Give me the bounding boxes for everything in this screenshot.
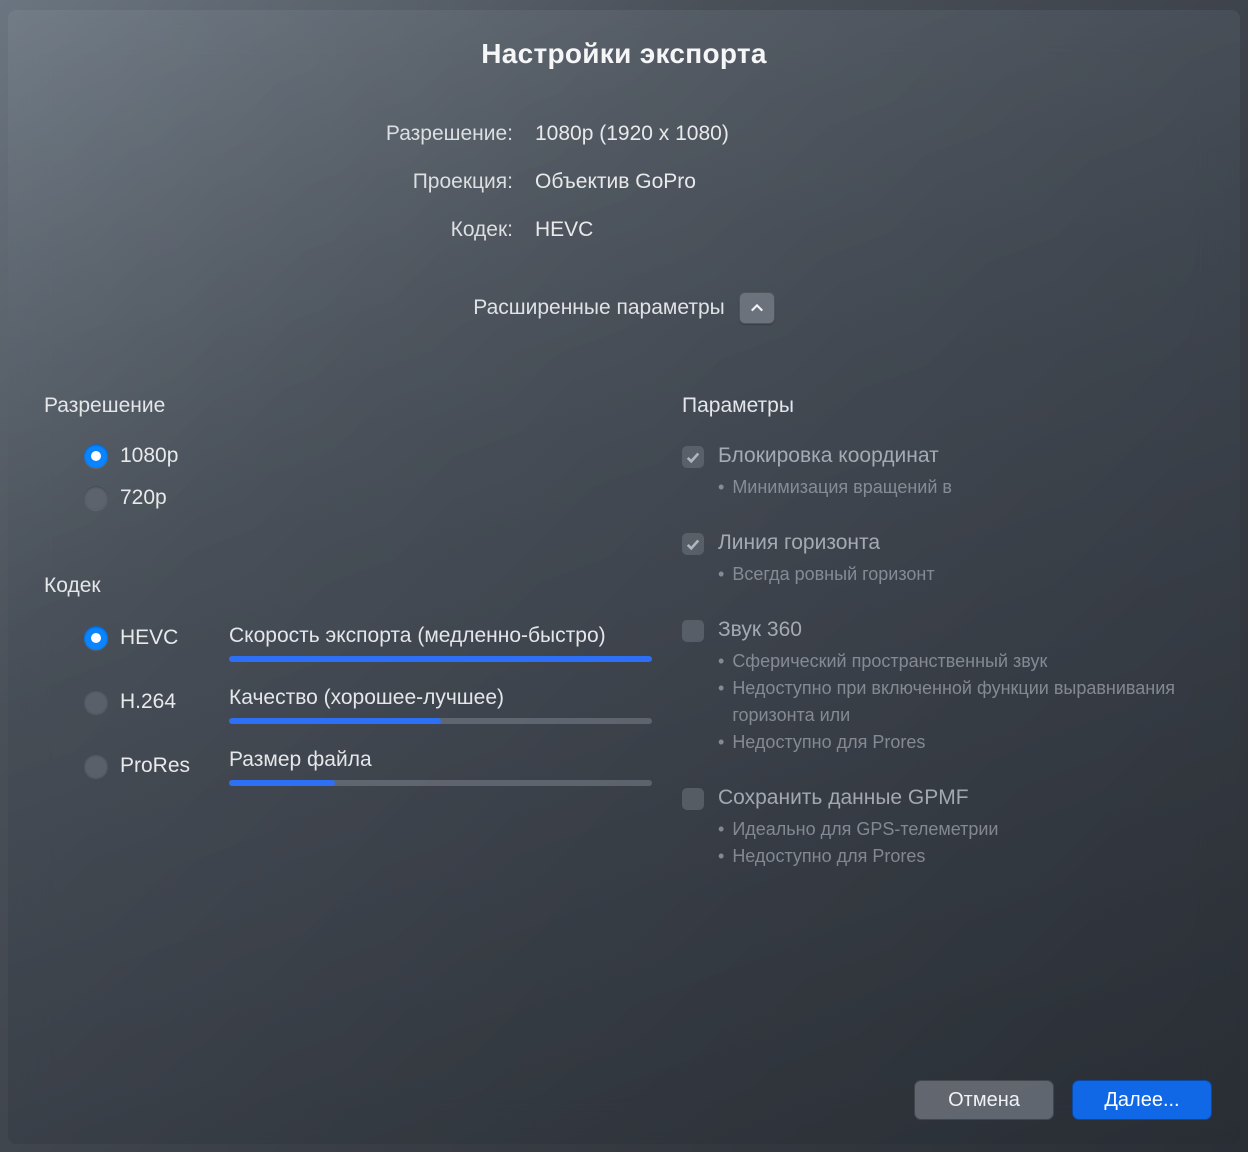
codec-metrics: Скорость экспорта (медленно-быстро) Каче… [229,624,652,786]
metric-speed: Скорость экспорта (медленно-быстро) [229,624,652,662]
param-horizon[interactable]: Линия горизонта Всегда ровный горизонт [682,531,1204,588]
summary-codec-value: HEVC [535,218,593,242]
progress-track [229,718,652,724]
progress-fill [229,718,441,724]
param-bullet: Недоступно при включенной функции выравн… [718,675,1204,729]
param-bullet: Сферический пространственный звук [718,648,1204,675]
radio-label: 1080p [120,444,178,468]
codec-option-h264[interactable]: H.264 [84,690,229,714]
summary-projection-value: Объектив GoPro [535,170,696,194]
param-gpmf[interactable]: Сохранить данные GPMF Идеально для GPS-т… [682,786,1204,870]
param-content: Сохранить данные GPMF Идеально для GPS-т… [718,786,1204,870]
right-column: Параметры Блокировка координат Минимизац… [672,394,1204,1080]
param-title: Сохранить данные GPMF [718,786,1204,810]
radio-icon [84,486,108,510]
radio-label: 720p [120,486,167,510]
summary-resolution-value: 1080p (1920 x 1080) [535,122,729,146]
resolution-section-title: Разрешение [44,394,652,418]
codec-radio-group: HEVC H.264 ProRes [44,624,229,778]
param-desc: Всегда ровный горизонт [718,561,1204,588]
param-content: Блокировка координат Минимизация вращени… [718,444,1204,501]
params-list: Блокировка координат Минимизация вращени… [682,444,1204,870]
codec-section-title: Кодек [44,574,652,598]
progress-track [229,656,652,662]
left-column: Разрешение 1080p 720p Кодек HE [44,394,652,1080]
resolution-option-1080p[interactable]: 1080p [84,444,652,468]
param-world-lock[interactable]: Блокировка координат Минимизация вращени… [682,444,1204,501]
summary-resolution-label: Разрешение: [8,122,513,146]
codec-option-prores[interactable]: ProRes [84,754,229,778]
progress-track [229,780,652,786]
checkbox-icon [682,788,704,810]
summary-resolution-row: Разрешение: 1080p (1920 x 1080) [8,122,1240,146]
metric-quality: Качество (хорошее-лучшее) [229,686,652,724]
metric-filesize: Размер файла [229,748,652,786]
radio-icon [84,444,108,468]
summary-projection-row: Проекция: Объектив GoPro [8,170,1240,194]
param-bullet: Всегда ровный горизонт [718,561,1204,588]
cancel-button[interactable]: Отмена [914,1080,1054,1120]
content-area: Разрешение 1080p 720p Кодек HE [8,344,1240,1080]
codec-row: HEVC H.264 ProRes Скорость э [44,624,652,786]
radio-icon [84,690,108,714]
checkbox-icon [682,533,704,555]
param-desc: Минимизация вращений в [718,474,1204,501]
resolution-radio-group: 1080p 720p [44,444,652,510]
param-content: Звук 360 Сферический пространственный зв… [718,618,1204,756]
param-bullet: Минимизация вращений в [718,474,1204,501]
summary-block: Разрешение: 1080p (1920 x 1080) Проекция… [8,122,1240,242]
dialog-title: Настройки экспорта [8,10,1240,70]
checkbox-icon [682,620,704,642]
param-bullet: Идеально для GPS-телеметрии [718,816,1204,843]
params-section-title: Параметры [682,394,1204,418]
progress-fill [229,780,335,786]
param-desc: Идеально для GPS-телеметрии Недоступно д… [718,816,1204,870]
resolution-option-720p[interactable]: 720p [84,486,652,510]
next-button[interactable]: Далее... [1072,1080,1212,1120]
summary-codec-label: Кодек: [8,218,513,242]
advanced-toggle-row: Расширенные параметры [8,292,1240,324]
advanced-toggle-button[interactable] [739,292,775,324]
param-bullet: Недоступно для Prores [718,729,1204,756]
param-audio-360[interactable]: Звук 360 Сферический пространственный зв… [682,618,1204,756]
codec-section: Кодек HEVC H.264 ProRes [44,574,652,786]
codec-option-hevc[interactable]: HEVC [84,626,229,650]
radio-icon [84,626,108,650]
param-bullet: Недоступно для Prores [718,843,1204,870]
summary-codec-row: Кодек: HEVC [8,218,1240,242]
chevron-up-icon [750,301,764,315]
radio-label: ProRes [120,754,190,778]
radio-icon [84,754,108,778]
summary-projection-label: Проекция: [8,170,513,194]
param-title: Линия горизонта [718,531,1204,555]
param-desc: Сферический пространственный звук Недост… [718,648,1204,756]
advanced-toggle-label: Расширенные параметры [473,296,724,320]
export-settings-dialog: Настройки экспорта Разрешение: 1080p (19… [8,10,1240,1144]
metric-quality-label: Качество (хорошее-лучшее) [229,686,652,710]
checkbox-icon [682,446,704,468]
param-title: Блокировка координат [718,444,1204,468]
radio-label: H.264 [120,690,176,714]
progress-fill [229,656,652,662]
radio-label: HEVC [120,626,178,650]
metric-filesize-label: Размер файла [229,748,652,772]
metric-speed-label: Скорость экспорта (медленно-быстро) [229,624,652,648]
dialog-footer: Отмена Далее... [8,1080,1240,1144]
param-title: Звук 360 [718,618,1204,642]
param-content: Линия горизонта Всегда ровный горизонт [718,531,1204,588]
